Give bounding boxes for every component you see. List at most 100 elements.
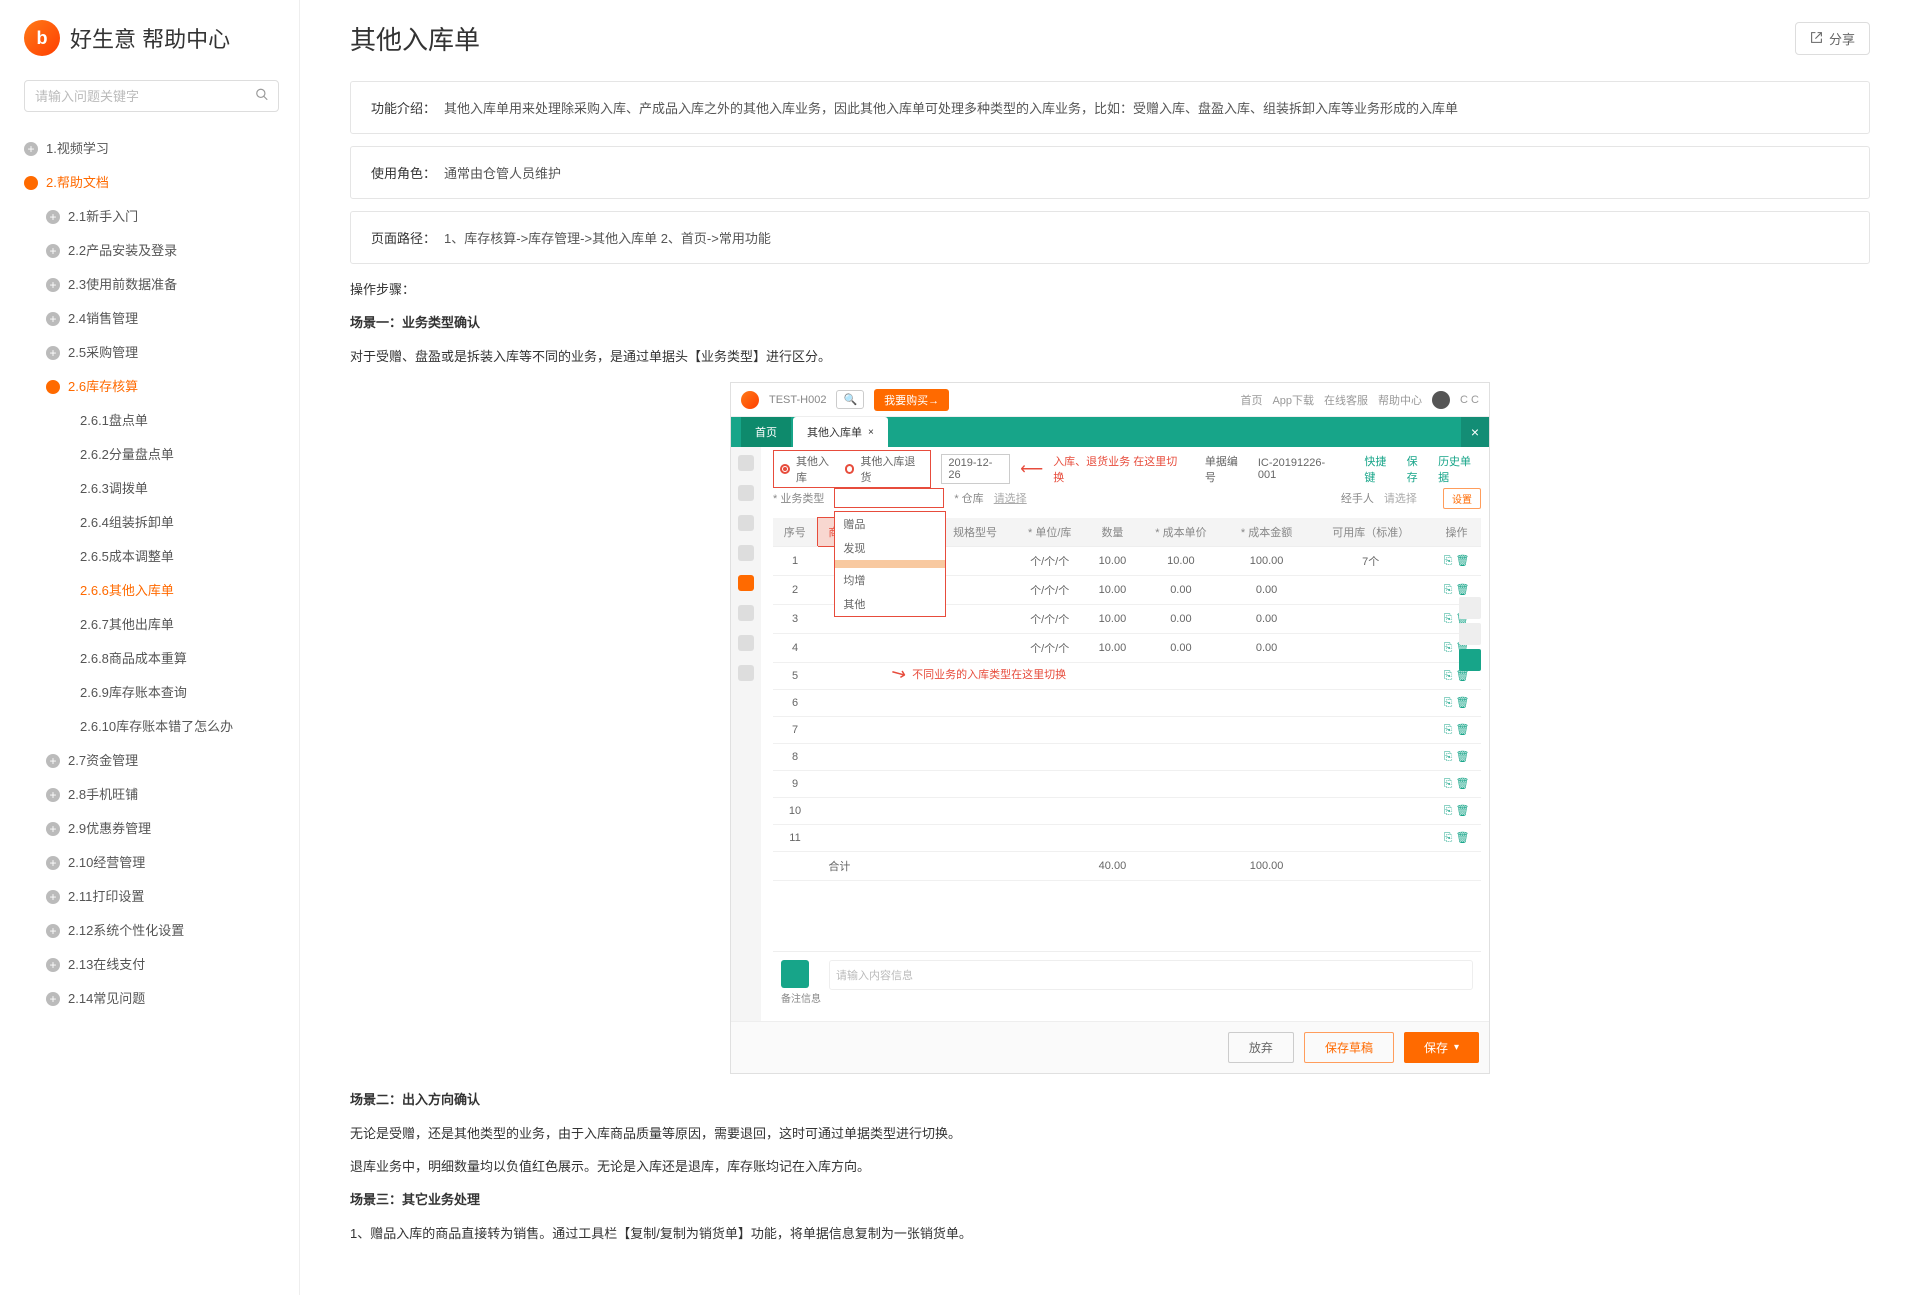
rail-icon <box>738 545 754 561</box>
table-cell <box>1432 852 1481 881</box>
nav-item-label: 2.6.7其他出库单 <box>80 608 174 642</box>
nav-item[interactable]: +2.8手机旺铺 <box>24 778 279 812</box>
rail-icon <box>738 455 754 471</box>
delete-icon: 🗑 <box>1455 555 1469 567</box>
table-cell <box>938 605 1013 634</box>
table-cell: 合计 <box>817 852 862 881</box>
table-cell: 100.00 <box>1224 852 1310 881</box>
rail-icon <box>738 665 754 681</box>
radio-in-label: 其他入库 <box>796 453 839 485</box>
float-icon <box>1459 597 1481 619</box>
shot-comment: 备注信息 请输入内容信息 <box>773 951 1481 1013</box>
nav-item[interactable]: 2.6.7其他出库单 <box>24 608 279 642</box>
nav-item[interactable]: +2.2产品安装及登录 <box>24 234 279 268</box>
shot-close-all-icon: × <box>1461 417 1489 447</box>
nav-item-label: 2.3使用前数据准备 <box>68 268 177 302</box>
nav-item[interactable]: 2.6.6其他入库单 <box>24 574 279 608</box>
table-cell <box>862 717 938 744</box>
table-cell <box>1013 798 1087 825</box>
table-header: 数量 <box>1087 518 1138 547</box>
nav-item-label: 2.14常见问题 <box>68 982 145 1016</box>
table-cell <box>1138 852 1224 881</box>
nav-item[interactable]: +2.11打印设置 <box>24 880 279 914</box>
rail-icon <box>738 635 754 651</box>
delete-icon: 🗑 <box>1455 724 1469 736</box>
brand: b 好生意 帮助中心 <box>24 20 279 56</box>
nav-item-label: 2.6.4组装拆卸单 <box>80 506 174 540</box>
table-cell <box>1087 771 1138 798</box>
nav-item[interactable]: +2.9优惠券管理 <box>24 812 279 846</box>
maker-ph: 请选择 <box>1384 490 1417 506</box>
shot-logo-icon <box>741 391 759 409</box>
nav-item-label: 2.6.1盘点单 <box>80 404 148 438</box>
nav-item-label: 2.帮助文档 <box>46 166 109 200</box>
nav-item[interactable]: 2.6.8商品成本重算 <box>24 642 279 676</box>
nav-item-label: 2.12系统个性化设置 <box>68 914 184 948</box>
search-input[interactable] <box>24 80 279 112</box>
nav-tree: +1.视频学习−2.帮助文档+2.1新手入门+2.2产品安装及登录+2.3使用前… <box>24 132 279 1016</box>
nav-item-label: 2.2产品安装及登录 <box>68 234 177 268</box>
shot-order-row: 其他入库 其他入库退货 2019-12-26 ⟵ 入库、退货业务 在这里切换 单… <box>773 455 1481 483</box>
table-cell: 10 <box>773 798 817 825</box>
table-header: * 成本单价 <box>1138 518 1224 547</box>
float-icon <box>1459 623 1481 645</box>
shot-link-cs: 在线客服 <box>1324 392 1368 408</box>
table-cell <box>1138 663 1224 690</box>
nav-item[interactable]: +2.13在线支付 <box>24 948 279 982</box>
nav-item[interactable]: +2.14常见问题 <box>24 982 279 1016</box>
nav-item-label: 2.4销售管理 <box>68 302 138 336</box>
article-body: 操作步骤： 场景一：业务类型确认 对于受赠、盘盈或是拆装入库等不同的业务，是通过… <box>350 278 1870 1245</box>
nav-item[interactable]: 2.6.5成本调整单 <box>24 540 279 574</box>
nav-item[interactable]: −2.帮助文档 <box>24 166 279 200</box>
table-cell <box>1309 605 1432 634</box>
plus-icon: + <box>46 210 60 224</box>
table-cell <box>817 771 862 798</box>
intro-label: 功能介绍： <box>371 98 436 117</box>
nav-item[interactable]: +2.4销售管理 <box>24 302 279 336</box>
nav-item[interactable]: −2.6库存核算 <box>24 370 279 404</box>
table-cell: 个/个/个 <box>1013 547 1087 576</box>
nav-item-label: 2.13在线支付 <box>68 948 145 982</box>
nav-item[interactable]: 2.6.9库存账本查询 <box>24 676 279 710</box>
shot-date: 2019-12-26 <box>941 454 1010 484</box>
table-cell <box>1138 744 1224 771</box>
table-cell <box>938 852 1013 881</box>
share-button[interactable]: 分享 <box>1795 22 1870 55</box>
delete-icon: 🗑 <box>1455 697 1469 709</box>
nav-item[interactable]: 2.6.3调拨单 <box>24 472 279 506</box>
nav-item[interactable]: +2.12系统个性化设置 <box>24 914 279 948</box>
table-cell <box>1013 852 1087 881</box>
nav-item[interactable]: +2.7资金管理 <box>24 744 279 778</box>
table-cell: 10.00 <box>1087 547 1138 576</box>
nav-item[interactable]: +1.视频学习 <box>24 132 279 166</box>
path-value: 1、库存核算->库存管理->其他入库单 2、首页->常用功能 <box>444 228 771 247</box>
table-cell: 10.00 <box>1138 547 1224 576</box>
nav-item[interactable]: 2.6.2分量盘点单 <box>24 438 279 472</box>
nav-item-label: 2.11打印设置 <box>68 880 144 914</box>
nav-item[interactable]: 2.6.4组装拆卸单 <box>24 506 279 540</box>
nav-item[interactable]: +2.1新手入门 <box>24 200 279 234</box>
rail-icon <box>738 605 754 621</box>
nav-item[interactable]: +2.3使用前数据准备 <box>24 268 279 302</box>
nav-item[interactable]: 2.6.10库存账本错了怎么办 <box>24 710 279 744</box>
copy-icon: ⎘ <box>1444 642 1453 654</box>
table-cell <box>1224 771 1310 798</box>
table-cell <box>817 744 862 771</box>
search-icon[interactable] <box>255 88 269 105</box>
table-cell: 4 <box>773 634 817 663</box>
nav-item-label: 2.7资金管理 <box>68 744 138 778</box>
table-cell: 个/个/个 <box>1013 605 1087 634</box>
table-cell <box>862 744 938 771</box>
table-cell <box>1309 690 1432 717</box>
table-cell: 个/个/个 <box>1013 634 1087 663</box>
plus-icon: + <box>46 924 60 938</box>
nav-item-label: 2.6库存核算 <box>68 370 138 404</box>
table-cell: 0.00 <box>1138 605 1224 634</box>
copy-icon: ⎘ <box>1444 724 1453 736</box>
nav-item[interactable]: 2.6.1盘点单 <box>24 404 279 438</box>
table-cell <box>1138 690 1224 717</box>
shot-footer: 放弃 保存草稿 保存▾ <box>731 1021 1489 1073</box>
table-row: 9⎘ 🗑 <box>773 771 1481 798</box>
nav-item[interactable]: +2.10经营管理 <box>24 846 279 880</box>
nav-item[interactable]: +2.5采购管理 <box>24 336 279 370</box>
